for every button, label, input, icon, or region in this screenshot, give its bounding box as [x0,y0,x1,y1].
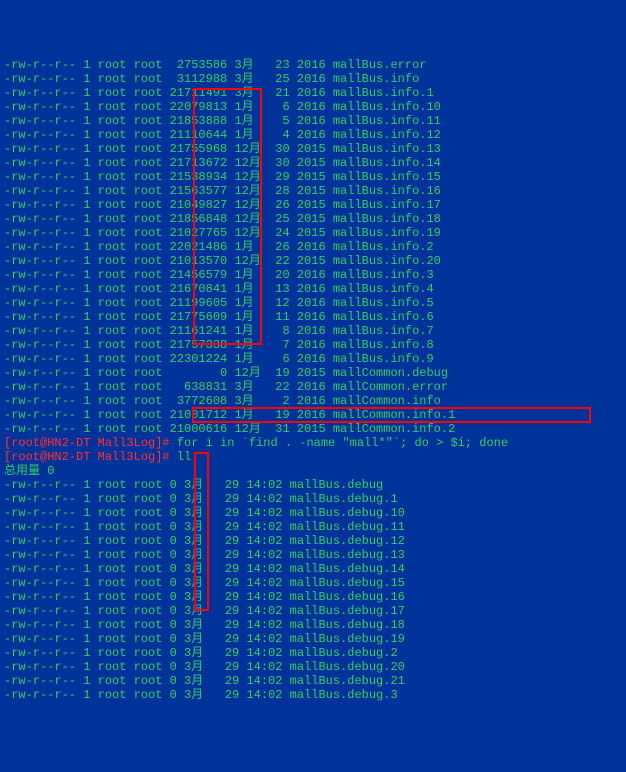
terminal-line: -rw-r--r-- 1 root root 3112988 3月 25 201… [4,72,622,86]
terminal-line: -rw-r--r-- 1 root root 0 3月 29 14:02 mal… [4,590,622,604]
terminal-line: -rw-r--r-- 1 root root 638831 3月 22 2016… [4,380,622,394]
terminal-line: -rw-r--r-- 1 root root 22021486 1月 26 20… [4,240,622,254]
terminal-line: -rw-r--r-- 1 root root 21670841 1月 13 20… [4,282,622,296]
terminal-line: -rw-r--r-- 1 root root 0 3月 29 14:02 mal… [4,688,622,702]
terminal-line: -rw-r--r-- 1 root root 0 3月 29 14:02 mal… [4,520,622,534]
terminal-line: -rw-r--r-- 1 root root 21538934 12月 29 2… [4,170,622,184]
terminal-line: -rw-r--r-- 1 root root 21757338 1月 7 201… [4,338,622,352]
terminal-line: -rw-r--r-- 1 root root 21027765 12月 24 2… [4,226,622,240]
terminal-line: -rw-r--r-- 1 root root 3772608 3月 2 2016… [4,394,622,408]
terminal-line: -rw-r--r-- 1 root root 21856848 12月 25 2… [4,212,622,226]
terminal-line: -rw-r--r-- 1 root root 0 3月 29 14:02 mal… [4,562,622,576]
terminal-line: -rw-r--r-- 1 root root 0 3月 29 14:02 mal… [4,660,622,674]
terminal-line: -rw-r--r-- 1 root root 0 3月 29 14:02 mal… [4,492,622,506]
terminal-line: -rw-r--r-- 1 root root 21711491 3月 21 20… [4,86,622,100]
terminal-line: 总用量 0 [4,464,622,478]
terminal-line: -rw-r--r-- 1 root root 21755968 12月 30 2… [4,142,622,156]
terminal-line: -rw-r--r-- 1 root root 21563577 12月 28 2… [4,184,622,198]
terminal-line: -rw-r--r-- 1 root root 21853888 1月 5 201… [4,114,622,128]
terminal-line: [root@HN2-DT Mall3Log]# for i in `find .… [4,436,622,450]
terminal-line: -rw-r--r-- 1 root root 0 12月 19 2015 mal… [4,366,622,380]
terminal-line: -rw-r--r-- 1 root root 21456579 1月 20 20… [4,268,622,282]
terminal-line: -rw-r--r-- 1 root root 22079813 1月 6 201… [4,100,622,114]
terminal-line: -rw-r--r-- 1 root root 2753586 3月 23 201… [4,58,622,72]
terminal-line: -rw-r--r-- 1 root root 21199605 1月 12 20… [4,296,622,310]
terminal-line: -rw-r--r-- 1 root root 21000616 12月 31 2… [4,422,622,436]
terminal-output[interactable]: -rw-r--r-- 1 root root 2753586 3月 23 201… [4,58,622,702]
terminal-line: -rw-r--r-- 1 root root 21013570 12月 22 2… [4,254,622,268]
terminal-line: -rw-r--r-- 1 root root 0 3月 29 14:02 mal… [4,534,622,548]
terminal-line: -rw-r--r-- 1 root root 21713672 12月 30 2… [4,156,622,170]
terminal-line: [root@HN2-DT Mall3Log]# ll [4,450,622,464]
terminal-line: -rw-r--r-- 1 root root 0 3月 29 14:02 mal… [4,674,622,688]
terminal-line: -rw-r--r-- 1 root root 21110644 1月 4 201… [4,128,622,142]
terminal-line: -rw-r--r-- 1 root root 0 3月 29 14:02 mal… [4,576,622,590]
terminal-line: -rw-r--r-- 1 root root 21161241 1月 8 201… [4,324,622,338]
terminal-line: -rw-r--r-- 1 root root 0 3月 29 14:02 mal… [4,604,622,618]
terminal-line: -rw-r--r-- 1 root root 0 3月 29 14:02 mal… [4,618,622,632]
terminal-line: -rw-r--r-- 1 root root 21049827 12月 26 2… [4,198,622,212]
terminal-line: -rw-r--r-- 1 root root 0 3月 29 14:02 mal… [4,632,622,646]
terminal-line: -rw-r--r-- 1 root root 0 3月 29 14:02 mal… [4,646,622,660]
terminal-line: -rw-r--r-- 1 root root 21775609 1月 11 20… [4,310,622,324]
terminal-line: -rw-r--r-- 1 root root 22301224 1月 6 201… [4,352,622,366]
terminal-line: -rw-r--r-- 1 root root 0 3月 29 14:02 mal… [4,506,622,520]
terminal-line: -rw-r--r-- 1 root root 0 3月 29 14:02 mal… [4,548,622,562]
terminal-line: -rw-r--r-- 1 root root 0 3月 29 14:02 mal… [4,478,622,492]
terminal-line: -rw-r--r-- 1 root root 21001712 1月 19 20… [4,408,622,422]
